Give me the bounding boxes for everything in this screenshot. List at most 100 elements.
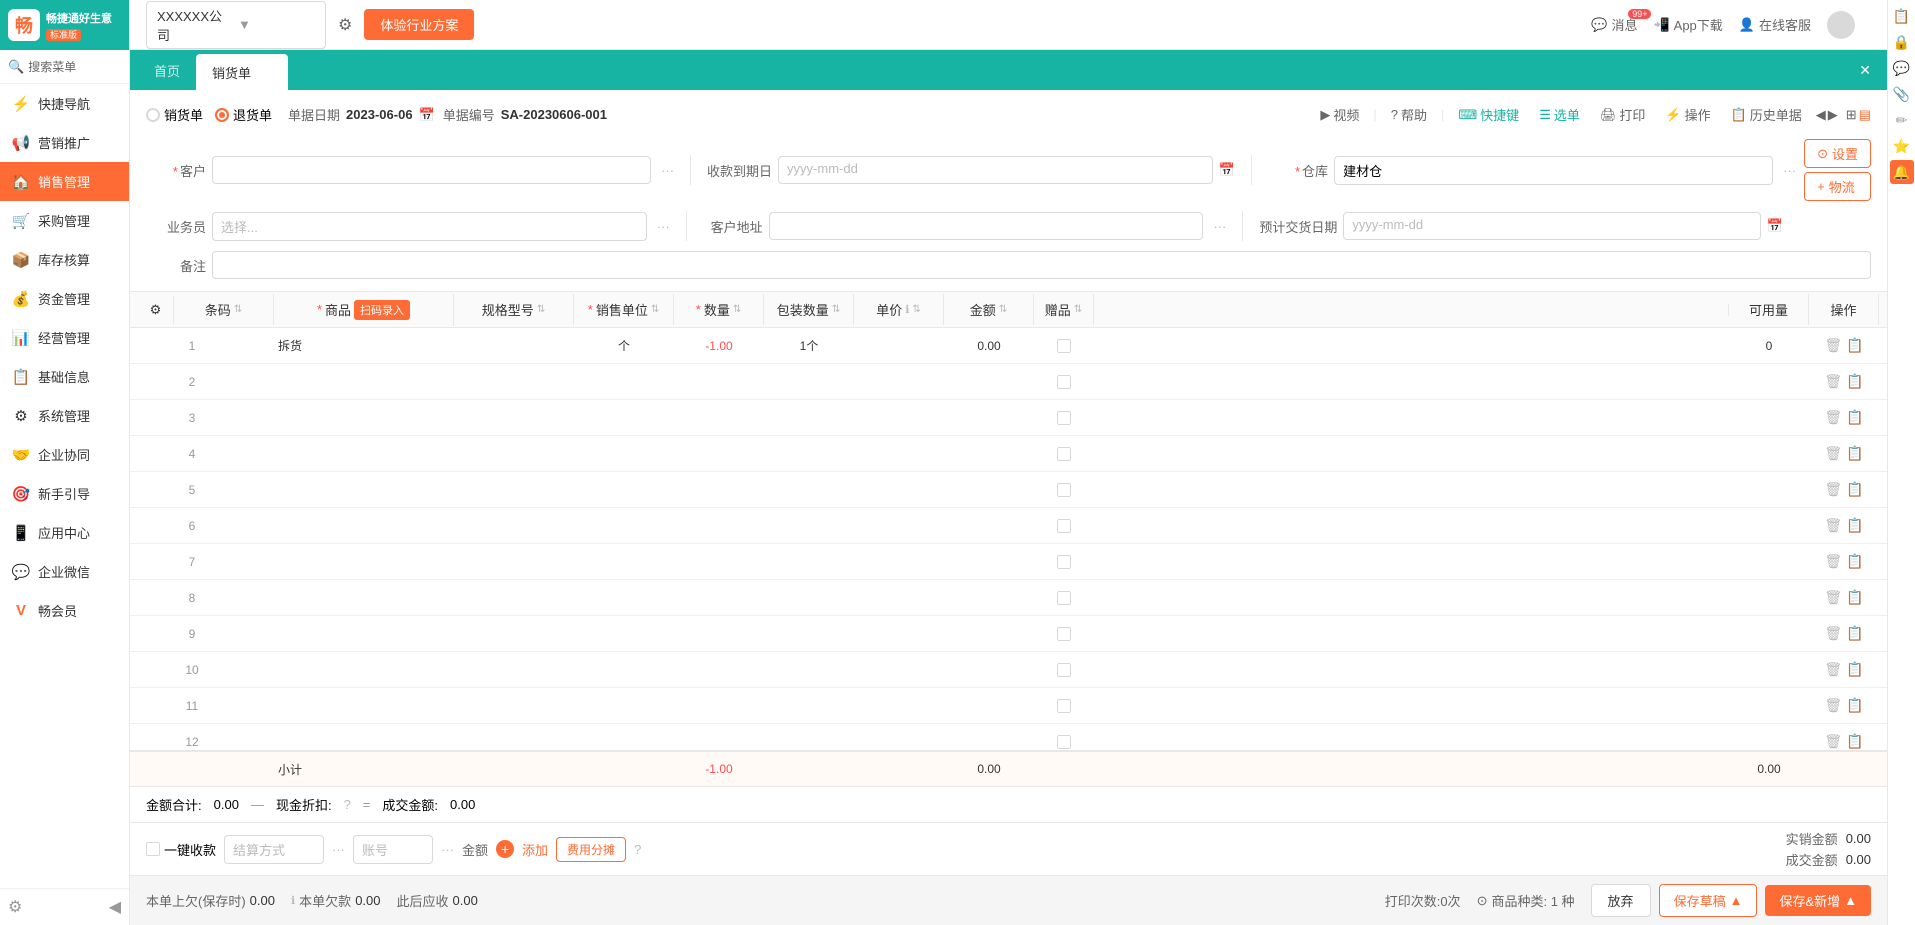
td-barcode-8[interactable]: [210, 630, 274, 638]
copy-icon-9[interactable]: 📋: [1846, 661, 1863, 678]
copy-icon-7[interactable]: 📋: [1846, 589, 1863, 606]
current-due-icon[interactable]: ℹ: [291, 894, 295, 907]
due-date-calendar-icon[interactable]: 📅: [1219, 162, 1235, 178]
td-product-8[interactable]: [274, 630, 454, 638]
right-tool-edit[interactable]: ✏: [1890, 108, 1914, 132]
td-product-1[interactable]: [274, 378, 454, 386]
right-tool-star[interactable]: ⭐: [1890, 134, 1914, 158]
toolbar-history[interactable]: 📋 历史单据: [1725, 102, 1808, 127]
sidebar-item-enterprise[interactable]: 🤝 企业协同: [0, 435, 129, 474]
td-pkgqty-9[interactable]: [764, 666, 854, 674]
td-pkgqty-8[interactable]: [764, 630, 854, 638]
sidebar-item-basic[interactable]: 📋 基础信息: [0, 357, 129, 396]
td-pkgqty-1[interactable]: [764, 378, 854, 386]
td-gift-0[interactable]: [1034, 335, 1094, 357]
nav-prev-icon[interactable]: ◀: [1816, 107, 1826, 123]
copy-icon-0[interactable]: 📋: [1846, 337, 1863, 354]
right-tool-attach[interactable]: 📎: [1890, 82, 1914, 106]
td-amount-6[interactable]: [944, 558, 1034, 566]
td-pkgqty-3[interactable]: [764, 450, 854, 458]
td-qty-0[interactable]: -1.00: [674, 335, 764, 357]
sort-amount-icon[interactable]: ⇅: [999, 304, 1007, 315]
customer-addr-input[interactable]: [769, 212, 1204, 240]
td-remark-4[interactable]: [1094, 486, 1729, 494]
td-remark-1[interactable]: [1094, 378, 1729, 386]
warehouse-input[interactable]: 建材仓: [1334, 156, 1773, 185]
copy-icon-11[interactable]: 📋: [1846, 733, 1863, 750]
copy-icon-1[interactable]: 📋: [1846, 373, 1863, 390]
td-pkgqty-4[interactable]: [764, 486, 854, 494]
delete-icon-3[interactable]: 🗑: [1824, 445, 1842, 462]
right-tool-notify[interactable]: 🔔: [1890, 160, 1914, 184]
sort-barcode-icon[interactable]: ⇅: [234, 304, 242, 315]
expense-split-button[interactable]: 费用分摊: [556, 837, 626, 862]
td-gift-11[interactable]: [1034, 731, 1094, 751]
sidebar-item-newguide[interactable]: 🎯 新手引导: [0, 474, 129, 513]
td-gift-9[interactable]: [1034, 659, 1094, 681]
td-unit-5[interactable]: [574, 522, 674, 530]
toolbar-print[interactable]: 🖨 打印: [1594, 102, 1652, 127]
td-qty-5[interactable]: [674, 522, 764, 530]
copy-icon-10[interactable]: 📋: [1846, 697, 1863, 714]
td-amount-3[interactable]: [944, 450, 1034, 458]
td-barcode-0[interactable]: [210, 342, 274, 350]
td-gift-7[interactable]: [1034, 587, 1094, 609]
delete-icon-7[interactable]: 🗑: [1824, 589, 1842, 606]
sidebar-item-purchase[interactable]: 🛒 采购管理: [0, 201, 129, 240]
td-pkgqty-7[interactable]: [764, 594, 854, 602]
one-click-checkbox[interactable]: [146, 842, 160, 856]
customer-input[interactable]: [212, 156, 651, 184]
sort-qty-icon[interactable]: ⇅: [733, 304, 741, 315]
abandon-button[interactable]: 放弃: [1591, 884, 1651, 917]
one-click-payment[interactable]: 一键收款: [146, 840, 216, 859]
td-product-9[interactable]: [274, 666, 454, 674]
sidebar-item-appcenter[interactable]: 📱 应用中心: [0, 513, 129, 552]
td-amount-10[interactable]: [944, 702, 1034, 710]
td-gift-3[interactable]: [1034, 443, 1094, 465]
td-product-2[interactable]: [274, 414, 454, 422]
sidebar-item-member[interactable]: V 畅会员: [0, 591, 129, 630]
td-gift-6[interactable]: [1034, 551, 1094, 573]
radio-return-order[interactable]: 退货单: [215, 105, 272, 124]
settlement-method-input[interactable]: 结算方式: [224, 835, 324, 864]
td-gift-1[interactable]: [1034, 371, 1094, 393]
settings-button[interactable]: ⊙ 设置: [1804, 139, 1871, 168]
settlement-dots-icon[interactable]: ···: [332, 842, 345, 857]
td-qty-4[interactable]: [674, 486, 764, 494]
tab-sales-order[interactable]: 销货单 ✕: [196, 54, 288, 90]
td-product-6[interactable]: [274, 558, 454, 566]
price-info-icon[interactable]: ℹ: [905, 303, 909, 316]
help-cash-icon[interactable]: ?: [344, 797, 351, 812]
td-qty-7[interactable]: [674, 594, 764, 602]
sidebar-item-system[interactable]: ⚙ 系统管理: [0, 396, 129, 435]
td-spec-7[interactable]: [454, 594, 574, 602]
td-remark-5[interactable]: [1094, 522, 1729, 530]
message-badge[interactable]: 💬 消息 99+: [1591, 15, 1637, 34]
td-spec-10[interactable]: [454, 702, 574, 710]
td-product-11[interactable]: [274, 738, 454, 746]
td-qty-3[interactable]: [674, 450, 764, 458]
sort-price-icon[interactable]: ⇅: [912, 304, 920, 315]
td-amount-1[interactable]: [944, 378, 1034, 386]
td-barcode-10[interactable]: [210, 702, 274, 710]
sidebar-item-business[interactable]: 📊 经营管理: [0, 318, 129, 357]
td-amount-2[interactable]: [944, 414, 1034, 422]
collapse-icon[interactable]: ◀: [109, 897, 121, 917]
sidebar-item-inventory[interactable]: 📦 库存核算: [0, 240, 129, 279]
td-spec-11[interactable]: [454, 738, 574, 746]
account-dots-icon[interactable]: ···: [441, 842, 454, 857]
app-download[interactable]: 📲 App下载: [1653, 15, 1722, 34]
delete-icon-0[interactable]: 🗑: [1824, 337, 1842, 354]
td-barcode-1[interactable]: [210, 378, 274, 386]
td-unit-9[interactable]: [574, 666, 674, 674]
due-date-input[interactable]: yyyy-mm-dd: [778, 156, 1213, 184]
addr-dots-icon[interactable]: ···: [1213, 219, 1226, 234]
td-unit-6[interactable]: [574, 558, 674, 566]
toolbar-select[interactable]: ☰ 选单: [1533, 102, 1586, 127]
toolbar-shortcut[interactable]: ⌨ 快捷键: [1452, 102, 1525, 127]
td-price-9[interactable]: [854, 666, 944, 674]
sort-unit-icon[interactable]: ⇅: [651, 304, 659, 315]
right-tool-lock[interactable]: 🔒: [1890, 30, 1914, 54]
td-price-8[interactable]: [854, 630, 944, 638]
td-spec-1[interactable]: [454, 378, 574, 386]
